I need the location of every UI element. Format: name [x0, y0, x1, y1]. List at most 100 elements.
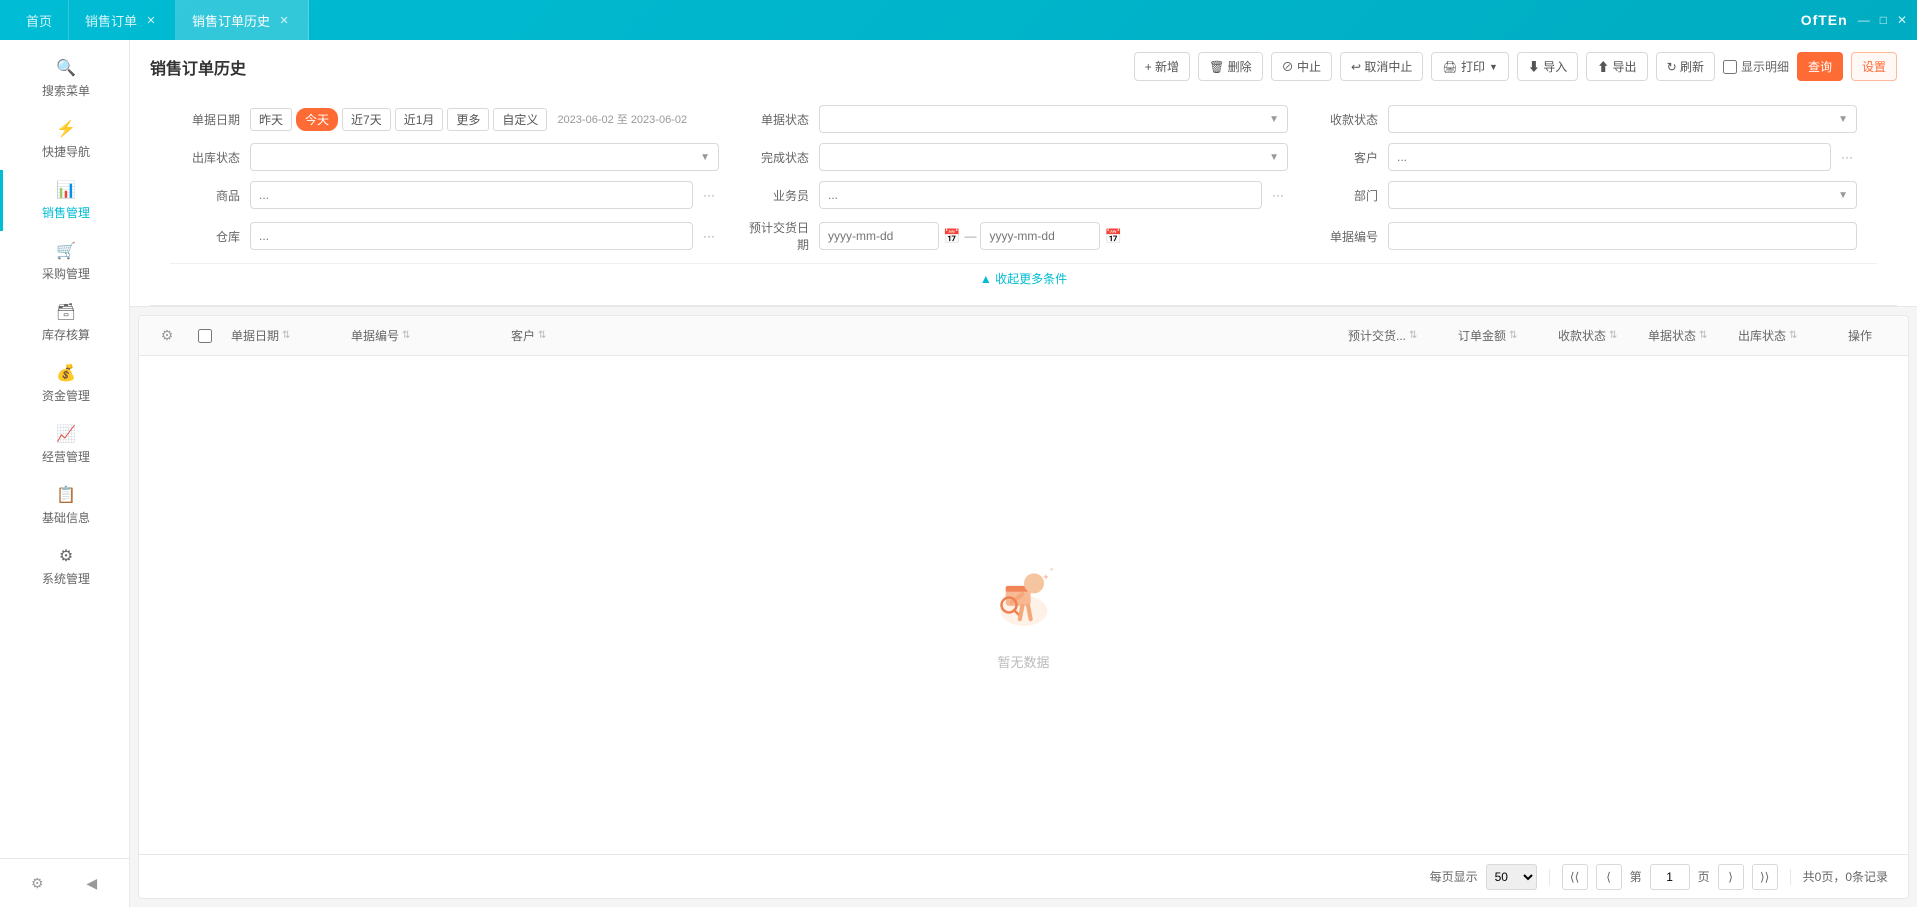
salesperson-input[interactable] — [819, 181, 1262, 209]
delete-btn[interactable]: 🗑 删除 — [1198, 52, 1263, 81]
th-doc-no[interactable]: 单据编号 ⇅ — [343, 327, 503, 344]
last-page-icon: ⟩⟩ — [1760, 870, 1769, 884]
cancel-stop-btn[interactable]: ↩ 取消中止 — [1340, 52, 1423, 81]
collapse-btn[interactable]: ▲ 收起更多条件 — [170, 263, 1877, 293]
goods-control: ··· — [250, 181, 719, 209]
department-label: 部门 — [1308, 187, 1388, 204]
doc-date-sort-icon: ⇅ — [282, 330, 290, 341]
empty-illustration: ✦ ✦ — [974, 540, 1074, 640]
import-btn[interactable]: ⬇ 导入 — [1517, 52, 1578, 81]
sidebar-item-inventory-calc[interactable]: 🗃 库存核算 — [0, 292, 129, 353]
doc-status-sort-icon: ⇅ — [1699, 330, 1707, 341]
th-settings[interactable]: ⚙ — [147, 327, 187, 344]
th-expected-date[interactable]: 预计交货... ⇅ — [1340, 327, 1450, 344]
goods-more-btn[interactable]: ··· — [699, 186, 719, 204]
th-actions: 操作 — [1820, 327, 1900, 344]
th-amount[interactable]: 订单金额 ⇅ — [1450, 327, 1550, 344]
stock-out-select[interactable]: ▼ — [250, 143, 719, 171]
tab-sales-order-history-close[interactable]: ✕ — [276, 12, 292, 28]
th-stock-status-label: 出库状态 — [1738, 327, 1786, 344]
date-btn-1month[interactable]: 近1月 — [395, 108, 444, 131]
tab-home[interactable]: 首页 — [10, 0, 69, 40]
last-page-btn[interactable]: ⟩⟩ — [1752, 864, 1778, 890]
sidebar-item-system-mgmt[interactable]: ⚙ 系统管理 — [0, 536, 129, 597]
th-doc-no-label: 单据编号 — [351, 327, 399, 344]
customer-label: 客户 — [1308, 149, 1388, 166]
th-stock-status[interactable]: 出库状态 ⇅ — [1730, 327, 1820, 344]
warehouse-input[interactable] — [250, 222, 693, 250]
select-all-checkbox[interactable] — [198, 329, 212, 343]
new-btn[interactable]: + 新增 — [1134, 52, 1190, 81]
window-minimize-btn[interactable]: — — [1858, 13, 1870, 27]
next-page-btn[interactable]: ⟩ — [1718, 864, 1744, 890]
sidebar-item-inventory-calc-label: 库存核算 — [42, 326, 90, 343]
tab-sales-order-history[interactable]: 销售订单历史 ✕ — [176, 0, 309, 40]
sidebar-item-purchase-mgmt[interactable]: 🛒 采购管理 — [0, 231, 129, 292]
page-size-select[interactable]: 20 50 100 200 — [1486, 864, 1537, 890]
window-restore-btn[interactable]: □ — [1880, 13, 1887, 27]
content-area: 销售订单历史 + 新增 🗑 删除 ⊘ 中止 ↩ 取消中止 🖨 — [130, 40, 1917, 907]
sidebar-settings-btn[interactable]: ⚙ — [23, 869, 51, 897]
pagination-divider-2 — [1790, 869, 1791, 885]
query-btn[interactable]: 查询 — [1797, 52, 1843, 81]
doc-no-input[interactable] — [1388, 222, 1857, 250]
toolbar: + 新增 🗑 删除 ⊘ 中止 ↩ 取消中止 🖨 打印 ▼ — [1134, 52, 1897, 81]
prev-page-btn[interactable]: ⟨ — [1596, 864, 1622, 890]
th-checkbox[interactable] — [187, 329, 223, 343]
customer-input[interactable] — [1388, 143, 1831, 171]
complete-status-select[interactable]: ▼ — [819, 143, 1288, 171]
date-btn-more[interactable]: 更多 — [447, 108, 489, 131]
show-detail-checkbox[interactable] — [1723, 60, 1737, 74]
sidebar-item-search-menu[interactable]: 🔍 搜索菜单 — [0, 48, 129, 109]
first-page-icon: ⟨⟨ — [1570, 870, 1579, 884]
customer-sort-icon: ⇅ — [538, 330, 546, 341]
goods-input[interactable] — [250, 181, 693, 209]
sidebar-item-basic-info[interactable]: 📋 基础信息 — [0, 475, 129, 536]
th-payment-status[interactable]: 收款状态 ⇅ — [1550, 327, 1640, 344]
th-customer-label: 客户 — [511, 327, 535, 344]
tab-sales-order-close[interactable]: ✕ — [143, 12, 159, 28]
expected-start-date[interactable] — [819, 222, 939, 250]
receipt-status-select[interactable]: ▼ — [1388, 105, 1857, 133]
window-close-btn[interactable]: ✕ — [1897, 13, 1907, 27]
date-btn-custom[interactable]: 自定义 — [493, 108, 547, 131]
th-doc-date[interactable]: 单据日期 ⇅ — [223, 327, 343, 344]
end-calendar-icon[interactable]: 📅 — [1104, 228, 1121, 245]
sidebar-item-operations-mgmt[interactable]: 📈 经营管理 — [0, 414, 129, 475]
tab-sales-order[interactable]: 销售订单 ✕ — [69, 0, 176, 40]
refresh-btn-label: ↻ 刷新 — [1667, 58, 1704, 75]
stop-btn-label: ⊘ 中止 — [1282, 58, 1321, 75]
department-select[interactable]: ▼ — [1388, 181, 1857, 209]
export-btn[interactable]: ⬆ 导出 — [1586, 52, 1647, 81]
date-btn-7days[interactable]: 近7天 — [342, 108, 391, 131]
expected-date-control: 📅 — 📅 — [819, 222, 1288, 250]
salesperson-more-btn[interactable]: ··· — [1268, 186, 1288, 204]
page-number-input[interactable] — [1650, 864, 1690, 890]
expected-end-date[interactable] — [980, 222, 1100, 250]
sidebar-item-quick-nav[interactable]: ⚡ 快捷导航 — [0, 109, 129, 170]
sidebar-item-capital-mgmt[interactable]: 💰 资金管理 — [0, 353, 129, 414]
th-customer[interactable]: 客户 ⇅ — [503, 327, 1340, 344]
expected-date-sort-icon: ⇅ — [1409, 330, 1417, 341]
print-arrow-icon: ▼ — [1489, 62, 1498, 72]
date-btn-3days[interactable]: 今天 — [296, 108, 338, 131]
page-label-pre: 第 — [1630, 868, 1642, 885]
refresh-btn[interactable]: ↻ 刷新 — [1656, 52, 1715, 81]
customer-more-btn[interactable]: ··· — [1837, 148, 1857, 166]
operations-mgmt-icon: 📈 — [56, 424, 76, 444]
doc-status-select[interactable]: ▼ — [819, 105, 1288, 133]
sidebar-collapse-btn[interactable]: ◀ — [78, 869, 106, 897]
complete-status-label: 完成状态 — [739, 149, 819, 166]
sidebar-item-sales-mgmt[interactable]: 📊 销售管理 — [0, 170, 129, 231]
print-btn[interactable]: 🖨 打印 ▼ — [1431, 52, 1509, 81]
filter-row-4: 仓库 ··· 预计交货日期 📅 — 📅 单据编号 — [170, 219, 1877, 253]
stop-btn[interactable]: ⊘ 中止 — [1271, 52, 1332, 81]
start-calendar-icon[interactable]: 📅 — [943, 228, 960, 245]
warehouse-more-btn[interactable]: ··· — [699, 227, 719, 245]
first-page-btn[interactable]: ⟨⟨ — [1562, 864, 1588, 890]
settings-gear-icon[interactable]: ⚙ — [161, 327, 174, 344]
th-doc-status[interactable]: 单据状态 ⇅ — [1640, 327, 1730, 344]
date-separator: — — [964, 229, 976, 243]
settings-btn-toolbar[interactable]: 设置 — [1851, 52, 1897, 81]
date-btn-today[interactable]: 昨天 — [250, 108, 292, 131]
